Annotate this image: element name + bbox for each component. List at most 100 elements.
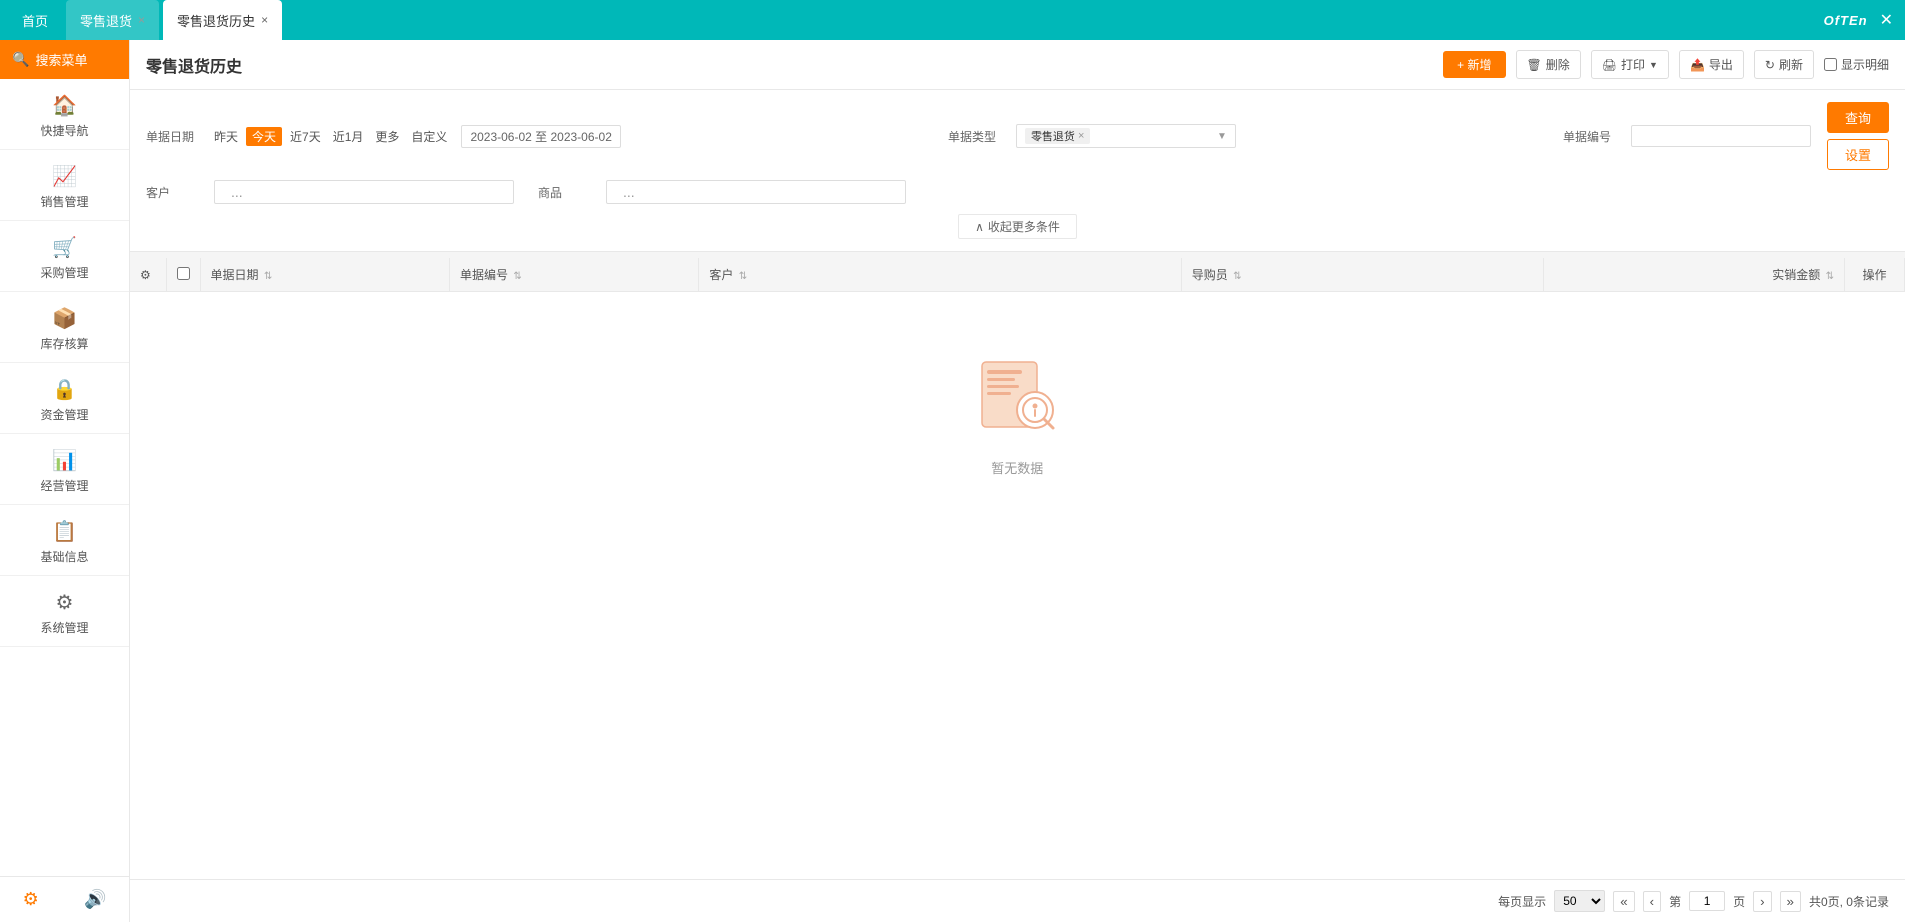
voucher-date-label: 单据日期 [146,128,206,145]
gear-icon[interactable]: ⚙ [140,268,151,282]
th-voucher-no-label: 单据编号 [460,268,508,282]
search-menu-label: 搜索菜单 [35,50,87,69]
th-actual-amount[interactable]: 实销金额 ⇅ [1543,258,1845,292]
print-icon: 🖨 [1602,58,1617,72]
print-label: 打印 [1621,56,1645,73]
retail-return-history-tab-label: 零售退货历史 [177,11,255,30]
export-label: 导出 [1709,56,1733,73]
empty-state-row: 暂无数据 [130,292,1905,538]
date-btn-today[interactable]: 今天 [246,127,282,146]
collapse-label: 收起更多条件 [988,218,1060,235]
date-btn-more[interactable]: 更多 [371,127,403,146]
th-actions: 操作 [1845,258,1905,292]
th-gear[interactable]: ⚙ [130,258,166,292]
sidebar-item-sales-mgmt[interactable]: 📈 销售管理 [0,150,129,221]
guide-sort-icon: ⇅ [1233,271,1241,282]
settings-button[interactable]: 设置 [1827,139,1889,170]
filter-area: 单据日期 昨天 今天 近7天 近1月 更多 自定义 2023-06-02 至 2… [130,90,1905,252]
system-mgmt-icon: ⚙ [56,590,74,615]
tab-bar: 首页 零售退货 × 零售退货历史 × [8,0,1824,40]
export-icon: 📤 [1690,58,1705,72]
filter-row-customer: 客户 ... 商品 ... [146,180,1889,204]
th-guide[interactable]: 导购员 ⇅ [1181,258,1543,292]
retail-return-close-icon[interactable]: × [138,13,145,27]
prev-page-button[interactable]: ‹ [1643,891,1661,912]
th-customer[interactable]: 客户 ⇅ [699,258,1181,292]
next-page-button[interactable]: › [1753,891,1771,912]
tab-retail-return[interactable]: 零售退货 × [66,0,159,40]
date-btn-7days[interactable]: 近7天 [286,127,325,146]
retail-return-history-close-icon[interactable]: × [261,13,268,27]
sound-icon[interactable]: 🔊 [84,889,106,910]
table-header-row: ⚙ 单据日期 ⇅ 单据编号 ⇅ [130,258,1905,292]
basic-info-label: 基础信息 [40,548,88,565]
main-layout: 🔍 搜索菜单 🏠 快捷导航 📈 销售管理 🛒 采购管理 📦 库存核算 🔒 资金管… [0,40,1905,922]
inventory-label: 库存核算 [40,335,88,352]
close-app-icon[interactable]: ✕ [1880,10,1893,30]
goods-select[interactable]: ... [606,180,906,204]
operations-icon: 📊 [52,448,77,473]
page-header: 零售退货历史 + 新增 🗑 删除 🖨 打印 ▼ 📤 导出 ↻ [130,40,1905,90]
settings-bottom-icon[interactable]: ⚙ [23,889,39,910]
refresh-label: 刷新 [1779,56,1803,73]
display-toggle[interactable]: 显示明细 [1824,56,1889,73]
voucher-type-tag-label: 零售退货 [1031,128,1075,144]
total-text: 共0页, 0条记录 [1809,893,1889,910]
sidebar-item-inventory[interactable]: 📦 库存核算 [0,292,129,363]
page-label-after: 页 [1733,893,1745,910]
voucher-type-tag: 零售退货 × [1025,128,1090,144]
select-all-checkbox[interactable] [177,267,190,280]
last-page-button[interactable]: » [1780,891,1801,912]
th-voucher-date[interactable]: 单据日期 ⇅ [200,258,449,292]
sidebar: 🔍 搜索菜单 🏠 快捷导航 📈 销售管理 🛒 采购管理 📦 库存核算 🔒 资金管… [0,40,130,922]
print-dropdown-icon: ▼ [1649,60,1658,70]
page-number-input[interactable] [1689,891,1725,911]
th-customer-label: 客户 [709,268,733,282]
sidebar-item-purchase-mgmt[interactable]: 🛒 采购管理 [0,221,129,292]
sidebar-item-quick-nav[interactable]: 🏠 快捷导航 [0,79,129,150]
voucher-id-input[interactable] [1631,125,1811,147]
refresh-button[interactable]: ↻ 刷新 [1754,50,1814,79]
inventory-icon: 📦 [52,306,77,331]
date-btn-custom[interactable]: 自定义 [407,127,451,146]
th-voucher-date-label: 单据日期 [211,268,259,282]
date-range-input[interactable]: 2023-06-02 至 2023-06-02 [461,125,620,148]
voucher-type-label: 单据类型 [948,128,1008,145]
customer-select[interactable]: ... [214,180,514,204]
sidebar-item-finance[interactable]: 🔒 资金管理 [0,363,129,434]
search-menu[interactable]: 🔍 搜索菜单 [0,40,129,79]
sidebar-item-basic-info[interactable]: 📋 基础信息 [0,505,129,576]
query-button[interactable]: 查询 [1827,102,1889,133]
pagination-bar: 每页显示 20 50 100 « ‹ 第 页 › » 共0页, 0条记录 [130,879,1905,922]
print-button[interactable]: 🖨 打印 ▼ [1591,50,1669,79]
voucher-type-select[interactable]: 零售退货 × ▼ [1016,124,1236,148]
delete-button[interactable]: 🗑 删除 [1516,50,1581,79]
voucher-date-sort-icon: ⇅ [264,271,272,282]
sales-mgmt-icon: 📈 [52,164,77,189]
purchase-mgmt-icon: 🛒 [52,235,77,260]
first-page-button[interactable]: « [1613,891,1634,912]
th-check[interactable] [166,258,200,292]
tab-retail-return-history[interactable]: 零售退货历史 × [163,0,282,40]
display-toggle-checkbox[interactable] [1824,58,1837,71]
page-label-before: 第 [1669,893,1681,910]
collapse-button[interactable]: ∧ 收起更多条件 [958,214,1077,239]
voucher-type-tag-remove[interactable]: × [1078,130,1084,142]
date-buttons: 昨天 今天 近7天 近1月 更多 自定义 [210,127,451,146]
empty-state-cell: 暂无数据 [130,292,1905,538]
actual-amount-sort-icon: ⇅ [1826,271,1834,282]
page-size-label: 每页显示 [1498,893,1546,910]
voucher-id-label: 单据编号 [1563,128,1623,145]
display-toggle-label: 显示明细 [1841,56,1889,73]
page-size-select[interactable]: 20 50 100 [1554,890,1605,912]
date-btn-yesterday[interactable]: 昨天 [210,127,242,146]
sidebar-item-operations[interactable]: 📊 经营管理 [0,434,129,505]
date-btn-1month[interactable]: 近1月 [329,127,368,146]
tab-home[interactable]: 首页 [8,0,62,40]
top-nav-right: OfTEn ✕ [1824,10,1905,30]
th-voucher-no[interactable]: 单据编号 ⇅ [449,258,698,292]
export-button[interactable]: 📤 导出 [1679,50,1744,79]
sales-mgmt-label: 销售管理 [40,193,88,210]
new-button[interactable]: + 新增 [1443,51,1505,78]
sidebar-item-system-mgmt[interactable]: ⚙ 系统管理 [0,576,129,647]
